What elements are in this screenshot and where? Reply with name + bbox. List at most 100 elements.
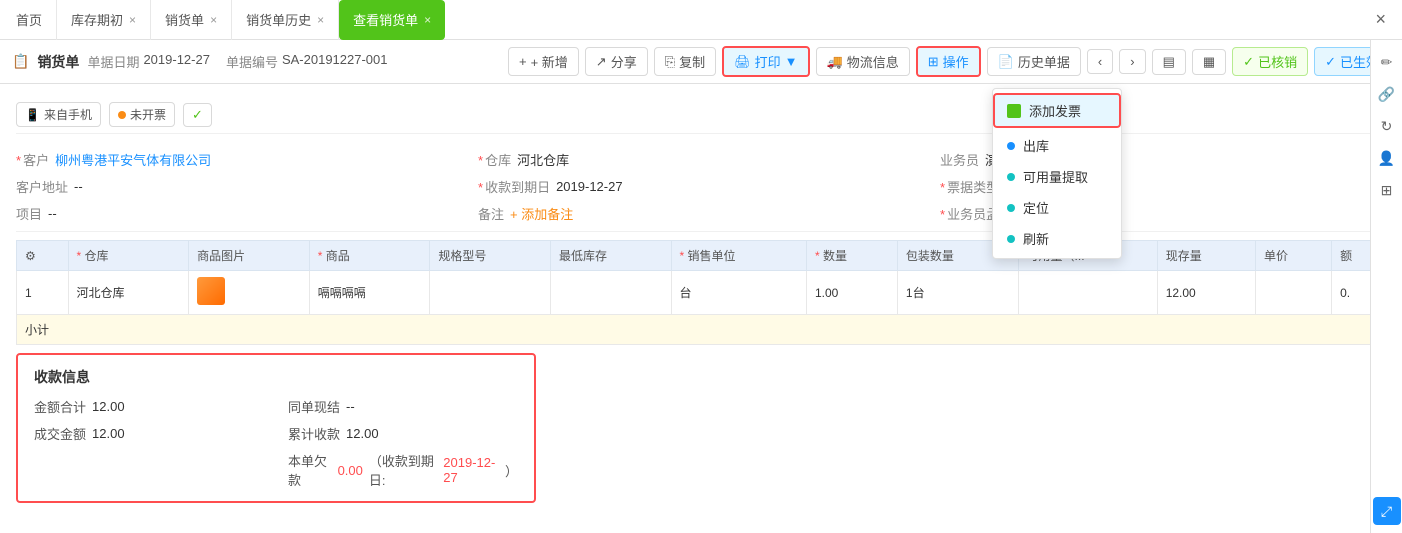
tab-close-history[interactable]: × [317,13,324,27]
warehouse-row: 仓库 河北仓库 [478,150,924,169]
sidebar-refresh-icon[interactable]: ↻ [1373,112,1401,140]
sidebar-link-icon[interactable]: 🔗 [1373,80,1401,108]
tab-sales-history[interactable]: 销货单历史 × [232,0,339,40]
print-dropdown-icon: ▼ [785,54,798,69]
dropdown-outbound[interactable]: 出库 [993,130,1121,161]
row-stock: 12.00 [1157,271,1255,315]
sidebar-expand-icon[interactable]: ⤢ [1373,497,1401,525]
salesperson-label: 业务员 [940,150,979,169]
tab-view-sales[interactable]: 查看销货单 × [339,0,445,40]
warehouse-label: 仓库 [478,150,511,169]
operate-dropdown-menu: 添加发票 出库 可用量提取 定位 刷新 [992,88,1122,259]
sidebar-edit-icon[interactable]: ✏ [1373,48,1401,76]
tab-bar: 首页 库存期初 × 销货单 × 销货单历史 × 查看销货单 × × [0,0,1402,40]
toolbar-actions: + + 新增 ↗ 分享 ⎘ 复制 🖨 打印 ▼ [508,46,1390,77]
row-min-stock [550,271,671,315]
payment-total-value: 12.00 [92,399,125,414]
col-min-stock: 最低库存 [550,241,671,271]
payment-info-grid: 金额合计 12.00 同单现结 -- 成交金额 12.00 累计收款 [34,397,518,489]
new-button[interactable]: + + 新增 [508,47,579,76]
check-btn[interactable]: ✓ [183,103,212,127]
doc-date-label: 单据日期 [87,52,139,71]
subtotal-label: 小计 [17,315,1386,345]
print-button[interactable]: 🖨 打印 ▼ [722,46,809,77]
customer-label: 客户 [16,150,49,169]
layout1-button[interactable]: ▤ [1152,49,1186,75]
payment-date-row: 收款到期日 2019-12-27 [478,177,924,196]
address-value: -- [74,179,83,194]
right-sidebar: ✏ 🔗 ↻ 👤 ⊞ ⤢ [1370,40,1402,533]
not-opened-btn[interactable]: 未开票 [109,102,175,127]
note-label: 备注 [478,204,504,223]
tab-close-inventory[interactable]: × [129,13,136,27]
tab-close-view[interactable]: × [424,13,431,27]
data-table: ⚙ * 仓库 商品图片 * 商品 规格型号 最低库存 * 销售单位 * 数量 包… [16,240,1386,345]
row-product: 嗝嗝嗝嗝 [309,271,430,315]
row-seq: 1 [17,271,69,315]
note-add-value[interactable]: + 添加备注 [510,204,573,223]
layout2-button[interactable]: ▦ [1192,49,1226,75]
dropdown-refresh[interactable]: 刷新 [993,223,1121,254]
add-invoice-icon [1007,104,1021,118]
payment-info-box: 收款信息 金额合计 12.00 同单现结 -- 成交金额 12.00 [16,353,536,503]
sidebar-table-icon[interactable]: ⊞ [1373,176,1401,204]
note-row: 备注 + 添加备注 [478,204,924,223]
col-spec: 规格型号 [430,241,551,271]
tab-inventory-init[interactable]: 库存期初 × [57,0,151,40]
logistics-button[interactable]: 🚚 物流信息 [816,47,910,76]
payment-deal-label: 成交金额 [34,424,86,443]
col-quantity: * 数量 [807,241,898,271]
row-available [1018,271,1157,315]
doc-number-value: SA-20191227-001 [282,52,388,71]
dropdown-locate[interactable]: 定位 [993,192,1121,223]
col-stock: 现存量 [1157,241,1255,271]
not-opened-dot [118,111,126,119]
check-mark-icon: ✓ [192,107,203,123]
from-phone-btn[interactable]: 📱 来自手机 [16,102,101,127]
available-qty-dot-icon [1007,173,1015,181]
refresh-label: 刷新 [1023,229,1049,248]
window-close-button[interactable]: × [1367,9,1394,30]
doc-date-value: 2019-12-27 [143,52,210,71]
sold-status-btn[interactable]: ✓ 已核销 [1232,47,1308,76]
content-area: 📱 来自手机 未开票 ✓ 客户 柳州粤港平安气体有限公司 [0,84,1402,515]
doc-toolbar: 📋 销货单 单据日期 2019-12-27 单据编号 SA-20191227-0… [0,40,1402,84]
sidebar-user-icon[interactable]: 👤 [1373,144,1401,172]
payment-total-row: 金额合计 12.00 [34,397,264,416]
outbound-dot-icon [1007,142,1015,150]
share-button[interactable]: ↗ 分享 [585,47,648,76]
col-unit-price: 单价 [1256,241,1332,271]
history-button[interactable]: 📄 历史单据 [987,47,1081,76]
tab-close-sales[interactable]: × [210,13,217,27]
print-icon: 🖨 [734,54,751,70]
payment-settle-label: 同单现结 [288,397,340,416]
form-section: 客户 柳州粤港平安气体有限公司 仓库 河北仓库 业务员 演示账号 客户地址 -- [16,142,1386,232]
doc-type-label: 销货单 [37,52,79,72]
tab-sales-order[interactable]: 销货单 × [151,0,232,40]
dropdown-add-invoice[interactable]: 添加发票 [1007,101,1107,120]
tab-home[interactable]: 首页 [8,0,57,40]
copy-icon: ⎘ [665,54,675,70]
doc-meta: 单据日期 2019-12-27 单据编号 SA-20191227-001 [87,52,387,71]
copy-button[interactable]: ⎘ 复制 [654,47,716,76]
payment-owed-value: 0.00 [338,463,363,478]
history-icon: 📄 [998,54,1014,70]
operate-button[interactable]: ⊞ 操作 [916,46,981,77]
row-spec [430,271,551,315]
dropdown-available-qty[interactable]: 可用量提取 [993,161,1121,192]
locate-label: 定位 [1023,198,1049,217]
next-button[interactable]: › [1119,49,1145,74]
customer-row: 客户 柳州粤港平安气体有限公司 [16,150,462,169]
col-settings[interactable]: ⚙ [17,241,69,271]
col-product-image: 商品图片 [189,241,310,271]
row-quantity: 1.00 [807,271,898,315]
payment-cumulative-row: 累计收款 12.00 [288,424,518,443]
payment-deal-row: 成交金额 12.00 [34,424,264,443]
payment-deal-value: 12.00 [92,426,125,441]
prev-button[interactable]: ‹ [1087,49,1113,74]
customer-value[interactable]: 柳州粤港平安气体有限公司 [55,150,211,169]
payment-owed-suffix: （收款到期日: [369,451,437,489]
payment-cumulative-value: 12.00 [346,426,379,441]
col-sales-unit: * 销售单位 [671,241,806,271]
available-qty-label: 可用量提取 [1023,167,1088,186]
